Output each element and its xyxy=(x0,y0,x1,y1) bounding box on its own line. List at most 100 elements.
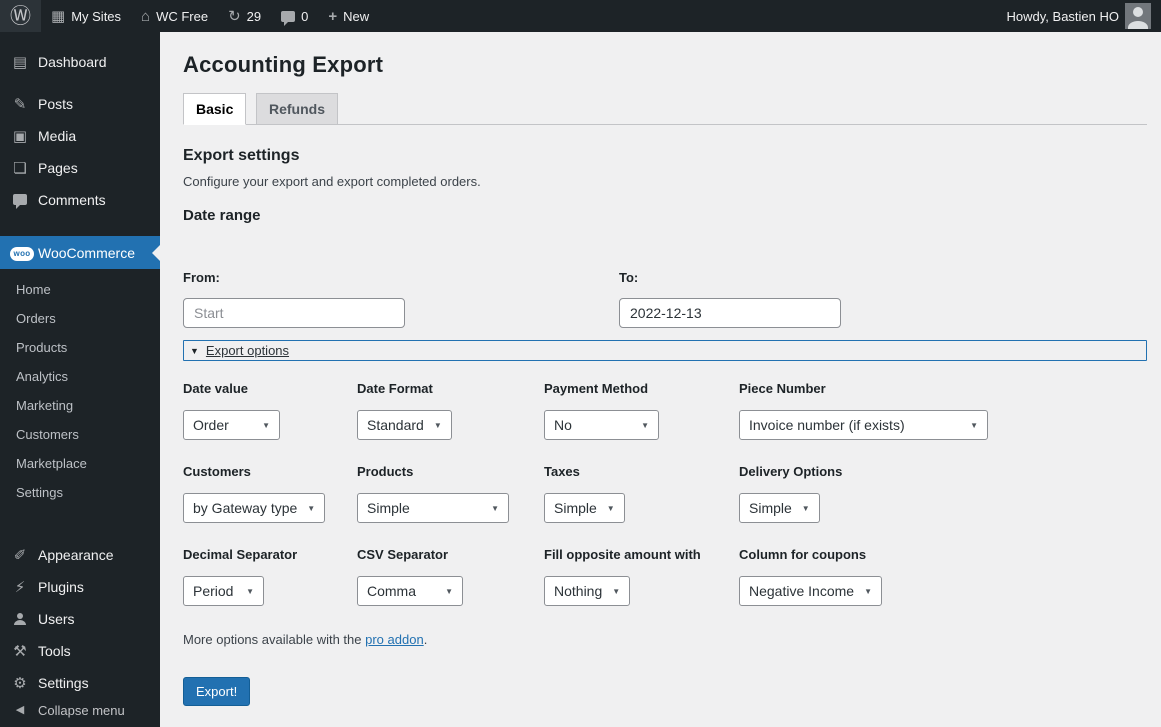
field-label: Products xyxy=(357,464,414,479)
sidebar-item-dashboard[interactable]: ▤ Dashboard xyxy=(0,46,160,78)
field-label: Taxes xyxy=(544,464,580,479)
updates-menu[interactable]: ↻ 29 xyxy=(218,0,271,32)
select-value: No xyxy=(554,417,572,433)
decimal-separator-select[interactable]: Period ▼ xyxy=(183,576,264,606)
field-label: Customers xyxy=(183,464,251,479)
admin-bar: Ⓦ ▦ My Sites ⌂ WC Free ↻ 29 0 + New Howd… xyxy=(0,0,1161,32)
sidebar-item-appearance[interactable]: ✐ Appearance xyxy=(0,539,160,571)
chevron-down-icon: ▼ xyxy=(433,420,442,430)
sidebar-item-pages[interactable]: ❏ Pages xyxy=(0,152,160,184)
pro-addon-link[interactable]: pro addon xyxy=(365,632,424,647)
sidebar-item-posts[interactable]: ✎ Posts xyxy=(0,88,160,120)
payment-method-select[interactable]: No ▼ xyxy=(544,410,659,440)
chevron-down-icon: ▼ xyxy=(801,503,810,513)
sidebar-item-label: Posts xyxy=(38,96,74,112)
field-label: Decimal Separator xyxy=(183,547,298,562)
users-icon xyxy=(10,611,30,627)
customers-select[interactable]: by Gateway type ▼ xyxy=(183,493,326,523)
export-settings-heading: Export settings xyxy=(183,147,300,164)
more-options-period: . xyxy=(423,632,428,647)
posts-icon: ✎ xyxy=(13,95,27,113)
export-button[interactable]: Export! xyxy=(183,677,251,706)
submenu-item-orders[interactable]: Orders xyxy=(0,304,160,333)
submenu-item-marketing[interactable]: Marketing xyxy=(0,391,160,420)
to-field: To: xyxy=(619,270,1055,328)
chevron-down-icon: ▼ xyxy=(307,503,316,513)
tab-basic[interactable]: Basic xyxy=(183,93,247,125)
to-date-input[interactable] xyxy=(619,298,841,328)
field-label: CSV Separator xyxy=(357,547,449,562)
howdy-label: Howdy, Bastien HO xyxy=(1006,8,1119,24)
date-value-select[interactable]: Order ▼ xyxy=(183,410,280,440)
field-decimal-separator: Decimal Separator Period ▼ xyxy=(183,547,357,606)
sidebar-item-comments[interactable]: Comments xyxy=(0,184,160,216)
submenu-item-home[interactable]: Home xyxy=(0,275,160,304)
my-sites-label: My Sites xyxy=(71,8,122,24)
sidebar-item-label: Media xyxy=(38,128,77,144)
appearance-icon: ✐ xyxy=(13,546,27,564)
admin-bar-left: Ⓦ ▦ My Sites ⌂ WC Free ↻ 29 0 + New xyxy=(0,0,379,32)
comments-icon xyxy=(10,193,30,209)
fill-opposite-amount-select[interactable]: Nothing ▼ xyxy=(544,576,631,606)
plus-icon: + xyxy=(328,7,338,25)
submenu-item-settings[interactable]: Settings xyxy=(0,478,160,507)
comments-menu[interactable]: 0 xyxy=(271,0,318,32)
submenu-item-customers[interactable]: Customers xyxy=(0,420,160,449)
taxes-select[interactable]: Simple ▼ xyxy=(544,493,625,523)
main-content: Accounting Export Basic Refunds Export s… xyxy=(160,32,1161,727)
field-fill-opposite-amount: Fill opposite amount with Nothing ▼ xyxy=(544,547,739,606)
site-name-label: WC Free xyxy=(156,8,209,24)
collapse-menu-button[interactable]: ◀ Collapse menu xyxy=(0,694,160,727)
export-options-label: Export options xyxy=(205,343,290,358)
sidebar-item-users[interactable]: Users xyxy=(0,603,160,635)
sidebar-item-woocommerce[interactable]: woo WooCommerce xyxy=(0,236,160,269)
field-customers: Customers by Gateway type ▼ xyxy=(183,464,357,523)
field-taxes: Taxes Simple ▼ xyxy=(544,464,739,523)
settings-icon: ⚙ xyxy=(13,674,27,692)
sidebar-item-media[interactable]: ▣ Media xyxy=(0,120,160,152)
submenu-item-analytics[interactable]: Analytics xyxy=(0,362,160,391)
avatar-head xyxy=(1133,7,1143,17)
new-content-menu[interactable]: + New xyxy=(318,0,379,32)
new-label: New xyxy=(343,8,370,24)
avatar-body xyxy=(1128,21,1148,29)
site-name-menu[interactable]: ⌂ WC Free xyxy=(131,0,218,32)
date-format-select[interactable]: Standard ▼ xyxy=(357,410,452,440)
woocommerce-submenu: Home Orders Products Analytics Marketing… xyxy=(0,269,160,515)
select-value: Comma xyxy=(367,583,417,599)
csv-separator-select[interactable]: Comma ▼ xyxy=(357,576,463,606)
account-menu[interactable]: Howdy, Bastien HO xyxy=(997,0,1161,32)
products-select[interactable]: Simple ▼ xyxy=(357,493,509,523)
chevron-down-icon: ▼ xyxy=(641,420,649,430)
piece-number-select[interactable]: Invoice number (if exists) ▼ xyxy=(739,410,988,440)
field-date-value: Date value Order ▼ xyxy=(183,381,357,440)
tab-refunds[interactable]: Refunds xyxy=(255,93,338,125)
from-field: From: xyxy=(183,270,619,328)
export-settings-description: Configure your export and export complet… xyxy=(183,174,481,189)
wp-logo-menu[interactable]: Ⓦ xyxy=(0,0,41,32)
field-label: Date Format xyxy=(357,381,433,396)
export-options-grid: Date value Order ▼ Date Format Standard … xyxy=(183,381,1147,606)
from-date-input[interactable] xyxy=(183,298,405,328)
column-for-coupons-select[interactable]: Negative Income ▼ xyxy=(739,576,882,606)
field-payment-method: Payment Method No ▼ xyxy=(544,381,739,440)
field-csv-separator: CSV Separator Comma ▼ xyxy=(357,547,544,606)
sidebar-item-tools[interactable]: ⚒ Tools xyxy=(0,635,160,667)
admin-bar-right: Howdy, Bastien HO xyxy=(997,0,1161,32)
sidebar-item-label: Tools xyxy=(38,643,71,660)
dashboard-icon: ▤ xyxy=(12,53,28,71)
my-sites-menu[interactable]: ▦ My Sites xyxy=(41,0,131,32)
page-title: Accounting Export xyxy=(183,52,384,77)
wordpress-logo-icon: Ⓦ xyxy=(10,4,31,28)
sidebar-item-plugins[interactable]: ⚡ Plugins xyxy=(0,571,160,603)
woocommerce-icon: woo xyxy=(10,244,34,261)
submenu-item-marketplace[interactable]: Marketplace xyxy=(0,449,160,478)
select-value: Invoice number (if exists) xyxy=(749,417,905,433)
delivery-options-select[interactable]: Simple ▼ xyxy=(739,493,820,523)
more-options-text: More options available with the xyxy=(183,632,362,647)
field-label: Payment Method xyxy=(544,381,649,396)
export-options-toggle[interactable]: ▼ Export options xyxy=(183,340,1147,361)
date-range-heading: Date range xyxy=(183,207,261,224)
from-label: From: xyxy=(183,270,220,285)
submenu-item-products[interactable]: Products xyxy=(0,333,160,362)
